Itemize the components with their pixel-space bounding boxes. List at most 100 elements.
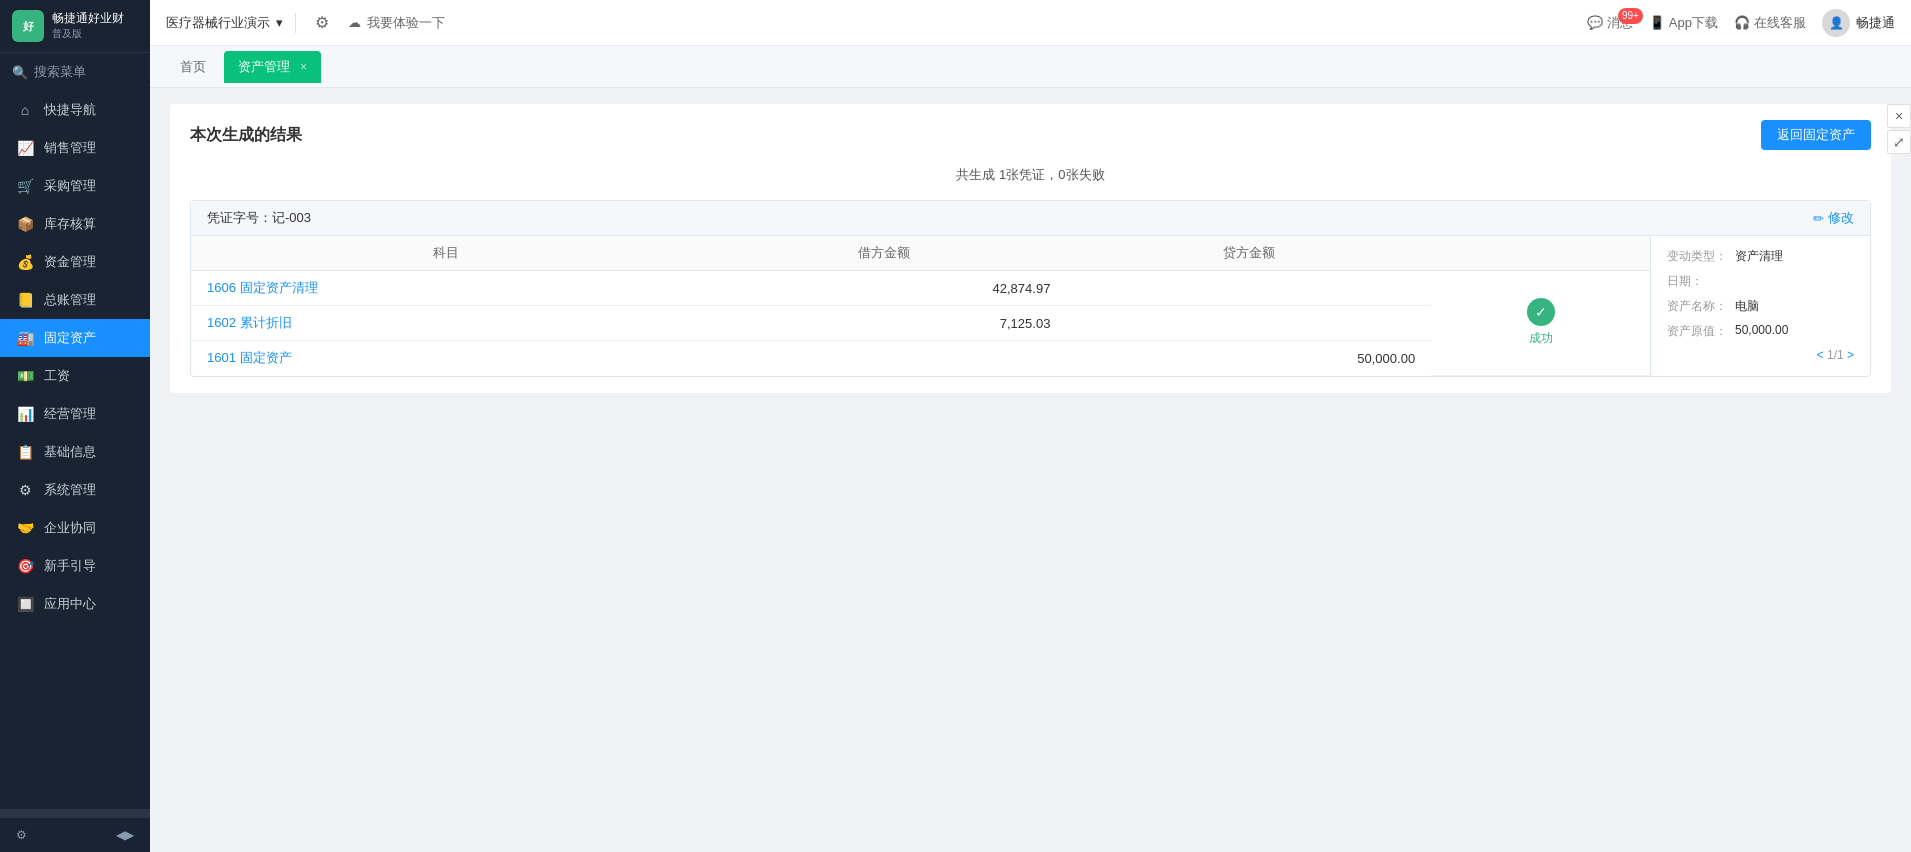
sidebar-scrollbar: [0, 809, 150, 817]
sidebar-item-label: 经营管理: [44, 405, 96, 423]
row1-credit: [1066, 271, 1431, 306]
avatar: 👤: [1822, 9, 1850, 37]
ledger-icon: 📒: [16, 292, 34, 308]
sidebar-item-label: 总账管理: [44, 291, 96, 309]
sidebar-toggle-button[interactable]: ◀▶: [116, 828, 134, 842]
sales-icon: 📈: [16, 140, 34, 156]
sidebar-item-sales[interactable]: 📈 销售管理: [0, 129, 150, 167]
expand-panel-button[interactable]: ⤢: [1887, 130, 1911, 154]
sidebar-item-system[interactable]: ⚙ 系统管理: [0, 471, 150, 509]
tab-home[interactable]: 首页: [166, 51, 220, 83]
row1-debit: 42,874.97: [702, 271, 1067, 306]
sidebar-item-basic-info[interactable]: 📋 基础信息: [0, 433, 150, 471]
sidebar-item-fixed-assets[interactable]: 🏭 固定资产: [0, 319, 150, 357]
edit-label: 修改: [1828, 209, 1854, 227]
sidebar-item-guide[interactable]: 🎯 新手引导: [0, 547, 150, 585]
sidebar-item-app-center[interactable]: 🔲 应用中心: [0, 585, 150, 623]
change-type-row: 变动类型： 资产清理: [1667, 248, 1854, 265]
inventory-icon: 📦: [16, 216, 34, 232]
subject-link-1[interactable]: 1606 固定资产清理: [207, 280, 318, 295]
search-menu[interactable]: 🔍 搜索菜单: [0, 53, 150, 91]
sidebar-item-quick-nav[interactable]: ⌂ 快捷导航: [0, 91, 150, 129]
username: 畅捷通: [1856, 14, 1895, 32]
sidebar-item-label: 固定资产: [44, 329, 96, 347]
voucher-layout: 科目 借方金额 贷方金额 1606 固定资产清理: [191, 236, 1870, 376]
col-header-status: [1431, 236, 1650, 271]
tab-asset-management[interactable]: 资产管理 ×: [224, 51, 321, 83]
col-header-credit: 贷方金额: [1066, 236, 1431, 271]
col-header-subject: 科目: [191, 236, 702, 271]
sidebar-item-enterprise[interactable]: 🤝 企业协同: [0, 509, 150, 547]
voucher-header: 凭证字号：记-003 ✏ 修改: [191, 201, 1870, 236]
voucher-right-info: 变动类型： 资产清理 日期： 资产名称： 电脑 资产原值：: [1650, 236, 1870, 376]
close-panel-button[interactable]: ×: [1887, 104, 1911, 128]
row1-subject: 1606 固定资产清理: [191, 271, 702, 306]
app-download-label: App下载: [1669, 14, 1718, 32]
row3-subject: 1601 固定资产: [191, 341, 702, 376]
tab-close-button[interactable]: ×: [300, 60, 307, 74]
row3-credit: 50,000.00: [1066, 341, 1431, 376]
page-info: 1/1: [1827, 348, 1847, 362]
page-title: 本次生成的结果: [190, 125, 302, 146]
topbar: 医疗器械行业演示 ▾ ⚙ ☁ 我要体验一下 💬 消息 99+ 📱 App下载 🎧…: [150, 0, 1911, 46]
system-icon: ⚙: [16, 482, 34, 498]
next-page-button[interactable]: >: [1847, 348, 1854, 362]
row3-debit: [702, 341, 1067, 376]
sidebar-footer: ⚙ ◀▶: [0, 817, 150, 852]
settings-footer-icon[interactable]: ⚙: [16, 828, 27, 842]
app-center-icon: 🔲: [16, 596, 34, 612]
row2-subject: 1602 累计折旧: [191, 306, 702, 341]
voucher-block: 凭证字号：记-003 ✏ 修改 科目 借方金额 贷: [190, 200, 1871, 377]
sidebar-item-finance[interactable]: 💰 资金管理: [0, 243, 150, 281]
result-summary: 共生成 1张凭证，0张失败: [190, 166, 1871, 184]
sidebar-item-label: 工资: [44, 367, 70, 385]
search-label: 搜索菜单: [34, 63, 86, 81]
sidebar-item-label: 企业协同: [44, 519, 96, 537]
panel-controls: × ⤢: [1887, 104, 1911, 154]
sidebar-item-ledger[interactable]: 📒 总账管理: [0, 281, 150, 319]
sidebar-item-label: 库存核算: [44, 215, 96, 233]
home-icon: ⌂: [16, 102, 34, 118]
table-header-row: 科目 借方金额 贷方金额: [191, 236, 1650, 271]
sidebar-item-label: 基础信息: [44, 443, 96, 461]
message-icon: 💬: [1587, 15, 1603, 30]
asset-name-row: 资产名称： 电脑: [1667, 298, 1854, 315]
settings-button[interactable]: ⚙: [308, 9, 336, 37]
app-download-button[interactable]: 📱 App下载: [1649, 14, 1718, 32]
sidebar-item-operations[interactable]: 📊 经营管理: [0, 395, 150, 433]
app-name: 畅捷通好业财: [52, 11, 124, 27]
message-button[interactable]: 💬 消息 99+: [1587, 14, 1633, 32]
result-panel-header: 本次生成的结果 返回固定资产: [190, 120, 1871, 150]
phone-icon: 📱: [1649, 15, 1665, 30]
voucher-edit-button[interactable]: ✏ 修改: [1813, 209, 1854, 227]
voucher-table: 科目 借方金额 贷方金额 1606 固定资产清理: [191, 236, 1650, 376]
subject-link-2[interactable]: 1602 累计折旧: [207, 315, 292, 330]
sidebar-item-payroll[interactable]: 💵 工资: [0, 357, 150, 395]
user-menu[interactable]: 👤 畅捷通: [1822, 9, 1895, 37]
prev-page-button[interactable]: <: [1817, 348, 1824, 362]
subject-link-3[interactable]: 1601 固定资产: [207, 350, 292, 365]
sidebar-item-label: 销售管理: [44, 139, 96, 157]
return-button[interactable]: 返回固定资产: [1761, 120, 1871, 150]
row2-debit: 7,125.03: [702, 306, 1067, 341]
voucher-number: 凭证字号：记-003: [207, 209, 311, 227]
experience-label: 我要体验一下: [367, 14, 445, 32]
edit-icon: ✏: [1813, 211, 1824, 226]
page-content: 本次生成的结果 返回固定资产 共生成 1张凭证，0张失败 凭证字号：记-003 …: [150, 88, 1911, 852]
basic-info-icon: 📋: [16, 444, 34, 460]
company-selector[interactable]: 医疗器械行业演示 ▾: [166, 14, 283, 32]
row2-credit: [1066, 306, 1431, 341]
sidebar-item-label: 快捷导航: [44, 101, 96, 119]
experience-button[interactable]: ☁ 我要体验一下: [348, 14, 445, 32]
date-row: 日期：: [1667, 273, 1854, 290]
asset-name-label: 资产名称：: [1667, 298, 1727, 315]
sidebar-item-purchase[interactable]: 🛒 采购管理: [0, 167, 150, 205]
customer-service-button[interactable]: 🎧 在线客服: [1734, 14, 1806, 32]
voucher-left: 科目 借方金额 贷方金额 1606 固定资产清理: [191, 236, 1650, 376]
dropdown-icon: ▾: [276, 15, 283, 30]
voucher-pagination: < 1/1 >: [1667, 348, 1854, 362]
operations-icon: 📊: [16, 406, 34, 422]
sidebar-item-inventory[interactable]: 📦 库存核算: [0, 205, 150, 243]
main-area: 医疗器械行业演示 ▾ ⚙ ☁ 我要体验一下 💬 消息 99+ 📱 App下载 🎧…: [150, 0, 1911, 852]
success-label: 成功: [1529, 330, 1553, 347]
